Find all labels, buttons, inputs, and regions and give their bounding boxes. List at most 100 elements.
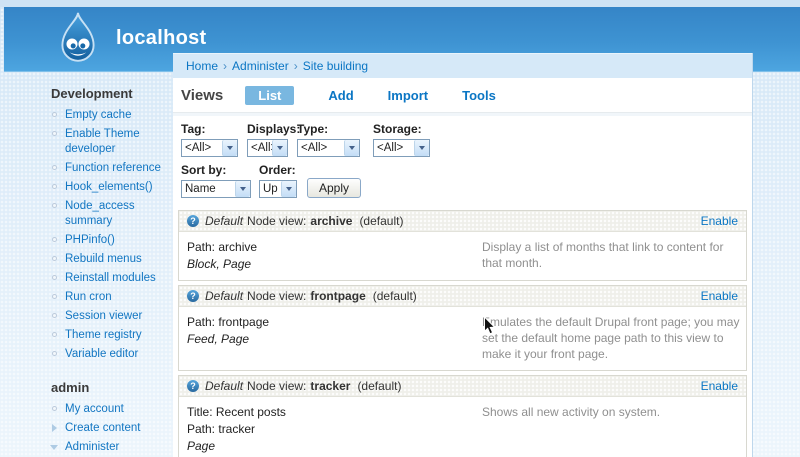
tab-tools[interactable]: Tools <box>462 88 496 103</box>
apply-button[interactable]: Apply <box>307 178 362 198</box>
order-filter-select[interactable]: Up <box>259 180 297 198</box>
sidebar-item-rebuild-menus[interactable]: Rebuild menus <box>0 250 173 269</box>
sidebar-item-label[interactable]: Function reference <box>65 161 161 176</box>
circle-bullet-icon <box>52 275 57 280</box>
sidebar-item-label[interactable]: Session viewer <box>65 309 142 324</box>
chevron-down-icon[interactable] <box>272 140 287 156</box>
type-filter-value: <All> <box>301 142 328 154</box>
sidebar-item-label[interactable]: Run cron <box>65 290 112 305</box>
sidebar-item-label[interactable]: Node_access summary <box>65 199 171 229</box>
chevron-down-icon[interactable] <box>344 140 359 156</box>
tab-bar: List Add Import Tools <box>245 86 496 105</box>
enable-link[interactable]: Enable <box>701 214 738 228</box>
enable-link[interactable]: Enable <box>701 289 738 303</box>
view-kind: Node view: <box>247 214 307 228</box>
storage-filter-select[interactable]: <All> <box>373 139 430 157</box>
sidebar-item-label[interactable]: Rebuild menus <box>65 252 142 267</box>
filters-row-1: Tag: <All> Displays: <All> Type: <box>181 122 740 157</box>
sidebar-item-run-cron[interactable]: Run cron <box>0 288 173 307</box>
view-kind: Node view: <box>247 289 307 303</box>
collapse-arrow-icon[interactable] <box>50 445 58 450</box>
filter-sort-by: Sort by: Name <box>181 163 251 198</box>
sidebar-item-session-viewer[interactable]: Session viewer <box>0 307 173 326</box>
chevron-down-icon[interactable] <box>235 181 250 197</box>
help-icon[interactable]: ? <box>187 215 199 227</box>
tab-add[interactable]: Add <box>328 88 353 103</box>
breadcrumb-link-home[interactable]: Home <box>186 59 218 73</box>
sidebar-item-label[interactable]: Theme registry <box>65 328 142 343</box>
breadcrumb-separator: › <box>223 59 228 73</box>
sidebar-item-my-account[interactable]: My account <box>0 400 173 419</box>
view-row-body: Path: archive Block, Page Display a list… <box>179 232 746 280</box>
sidebar-item-enable-theme-developer[interactable]: Enable Theme developer <box>0 125 173 159</box>
tab-list[interactable]: List <box>245 86 295 105</box>
storage-filter-label: Storage: <box>373 122 422 136</box>
view-name-suffix: (default) <box>372 289 417 303</box>
displays-filter-label: Displays: <box>247 122 301 136</box>
sidebar-item-node-access-summary[interactable]: Node_access summary <box>0 197 173 231</box>
chevron-down-icon[interactable] <box>281 181 296 197</box>
tag-filter-select[interactable]: <All> <box>181 139 238 157</box>
enable-link[interactable]: Enable <box>701 379 738 393</box>
drupal-admin-page: localhost Development Empty cache Enable… <box>0 0 800 457</box>
sidebar-item-administer[interactable]: Administer <box>0 438 173 457</box>
circle-bullet-icon <box>52 256 57 261</box>
view-name: frontpage <box>310 289 366 303</box>
chevron-down-icon[interactable] <box>222 140 237 156</box>
sidebar-item-label[interactable]: Variable editor <box>65 347 138 362</box>
circle-bullet-icon <box>52 203 57 208</box>
tab-import[interactable]: Import <box>388 88 428 103</box>
sort-by-filter-select[interactable]: Name <box>181 180 251 198</box>
help-icon[interactable]: ? <box>187 290 199 302</box>
druplicon-logo-icon[interactable] <box>54 11 102 65</box>
sidebar-item-reinstall-modules[interactable]: Reinstall modules <box>0 269 173 288</box>
filter-storage: Storage: <All> <box>373 122 430 157</box>
view-row-body: Title: Recent posts Path: tracker Page S… <box>179 397 746 457</box>
view-name-suffix: (default) <box>357 379 402 393</box>
sidebar-item-create-content[interactable]: Create content <box>0 419 173 438</box>
filters: Tag: <All> Displays: <All> Type: <box>173 113 752 208</box>
sidebar-item-label[interactable]: Reinstall modules <box>65 271 156 286</box>
chevron-down-icon[interactable] <box>414 140 429 156</box>
sidebar-item-label[interactable]: Hook_elements() <box>65 180 153 195</box>
displays-filter-select[interactable]: <All> <box>247 139 288 157</box>
view-kind: Node view: <box>247 379 307 393</box>
view-name: tracker <box>310 379 351 393</box>
site-name[interactable]: localhost <box>116 27 207 50</box>
circle-bullet-icon <box>52 131 57 136</box>
view-row-frontpage: ? Default Node view: frontpage (default)… <box>178 285 747 371</box>
view-type-badge: Default <box>205 289 244 303</box>
sidebar-item-label[interactable]: Empty cache <box>65 108 131 123</box>
view-row-archive: ? Default Node view: archive (default) E… <box>178 210 747 281</box>
breadcrumb: Home › Administer › Site building <box>173 53 752 78</box>
type-filter-label: Type: <box>297 122 329 136</box>
breadcrumb-link-site-building[interactable]: Site building <box>303 59 368 73</box>
sidebar-item-phpinfo[interactable]: PHPinfo() <box>0 231 173 250</box>
sidebar-menu-admin: My account Create content Administer Con… <box>0 400 173 457</box>
sidebar-item-label[interactable]: My account <box>65 402 124 417</box>
title-and-tabs-row: Views List Add Import Tools <box>173 78 752 113</box>
sidebar-item-label[interactable]: Create content <box>65 421 140 436</box>
sidebar-item-function-reference[interactable]: Function reference <box>0 159 173 178</box>
breadcrumb-link-administer[interactable]: Administer <box>232 59 289 73</box>
sidebar-item-theme-registry[interactable]: Theme registry <box>0 326 173 345</box>
sidebar-item-empty-cache[interactable]: Empty cache <box>0 106 173 125</box>
expand-arrow-icon[interactable] <box>52 424 57 432</box>
help-icon[interactable]: ? <box>187 380 199 392</box>
tag-filter-value: <All> <box>185 142 212 154</box>
sidebar-item-hook-elements[interactable]: Hook_elements() <box>0 178 173 197</box>
sidebar-item-variable-editor[interactable]: Variable editor <box>0 345 173 364</box>
filters-row-2: Sort by: Name Order: Up Apply <box>181 163 740 198</box>
order-filter-label: Order: <box>259 163 296 177</box>
circle-bullet-icon <box>52 165 57 170</box>
filter-tag: Tag: <All> <box>181 122 238 157</box>
circle-bullet-icon <box>52 184 57 189</box>
sidebar-item-label[interactable]: Administer <box>65 440 119 455</box>
sidebar-item-label[interactable]: PHPinfo() <box>65 233 115 248</box>
type-filter-select[interactable]: <All> <box>297 139 360 157</box>
view-type-badge: Default <box>205 214 244 228</box>
view-row-header: ? Default Node view: tracker (default) E… <box>179 376 746 397</box>
circle-bullet-icon <box>52 294 57 299</box>
sidebar-item-label[interactable]: Enable Theme developer <box>65 127 171 157</box>
view-row-tracker: ? Default Node view: tracker (default) E… <box>178 375 747 457</box>
